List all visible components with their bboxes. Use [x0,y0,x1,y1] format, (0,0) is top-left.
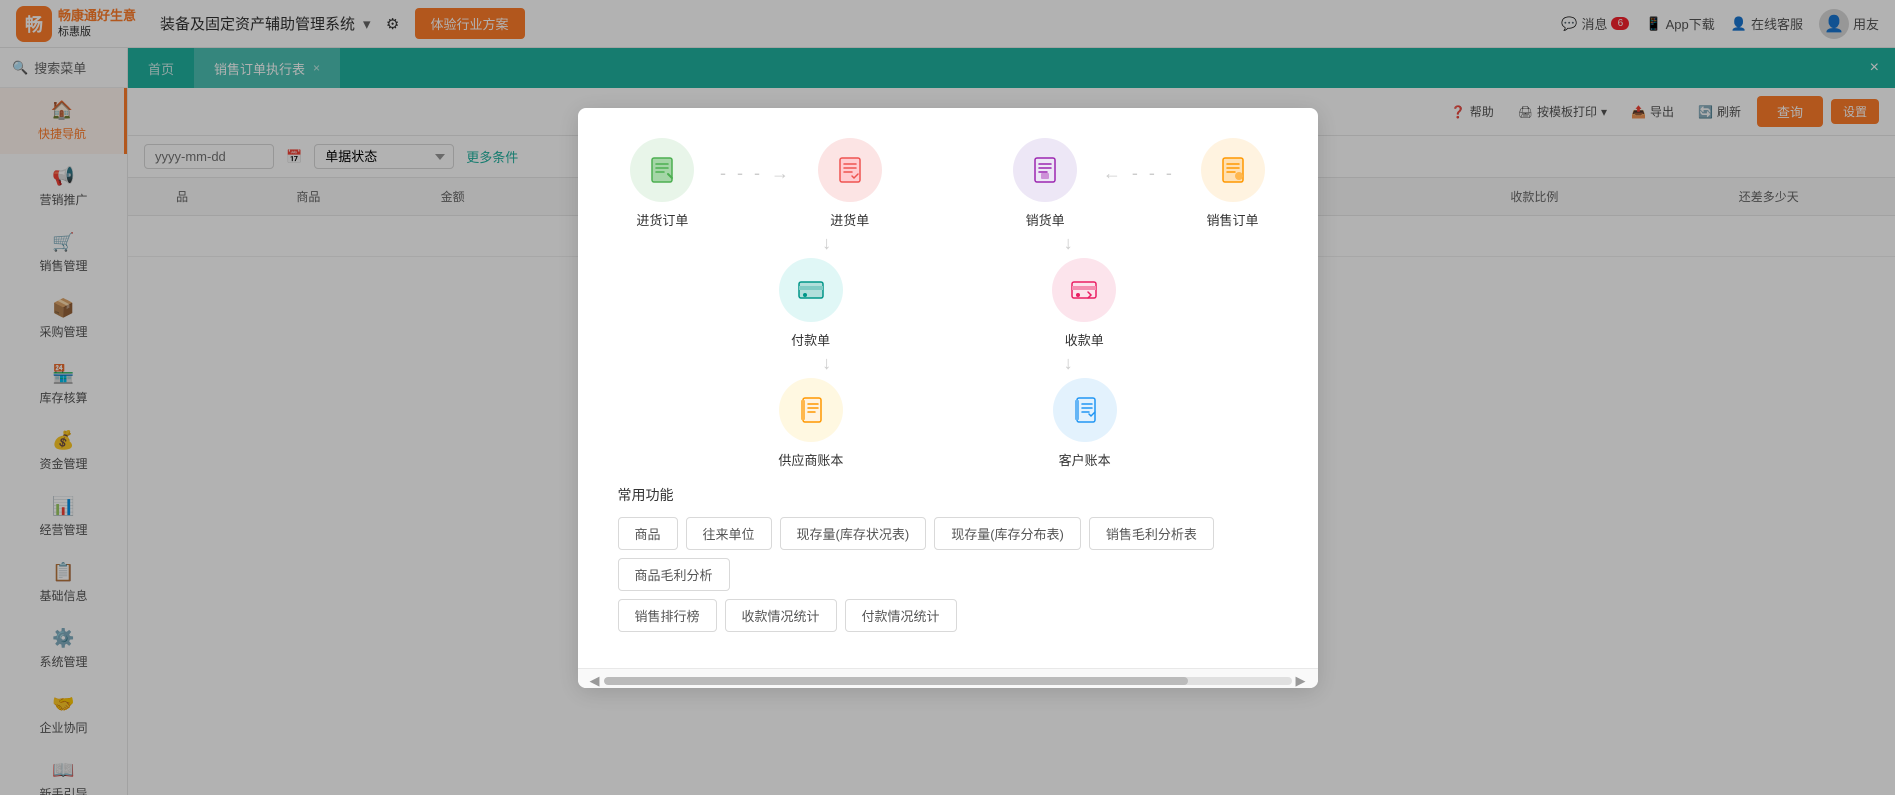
scroll-left-arrow[interactable]: ◀ [586,673,604,688]
popup-overlay[interactable]: 进货订单 - - - → [0,0,1895,795]
scroll-right-arrow[interactable]: ▶ [1292,673,1310,688]
sales-order-circle [1201,138,1265,202]
arrow-down-payment-out: ↓ [795,353,859,374]
popup-content: 进货订单 - - - → [578,108,1318,668]
flow-payment-in: 收款单 [1052,258,1116,349]
arrow-down-sales: ↓ [1036,233,1100,254]
flow-sales-order: 销售订单 [1201,138,1265,229]
purchase-order-label: 进货订单 [636,210,688,229]
arrow-sales-order-to-slip: ← - - - [1103,163,1175,184]
func-btn-product[interactable]: 商品 [618,517,678,550]
function-buttons-row2: 销售排行榜 收款情况统计 付款情况统计 [618,599,1278,632]
purchase-slip-label: 进货单 [830,210,869,229]
flow-sales-slip: 销货单 [1013,138,1077,229]
func-btn-payment-out-stats[interactable]: 付款情况统计 [845,599,957,632]
arrow-down-payment-in: ↓ [1036,353,1100,374]
scroll-bar-container[interactable] [604,677,1292,685]
sales-slip-circle [1013,138,1077,202]
common-functions: 常用功能 商品 往来单位 现存量(库存状况表) 现存量(库存分布表) 销售毛利分… [618,485,1278,648]
flow-diagram: 进货订单 - - - → [618,138,1278,469]
func-btn-payment-stats[interactable]: 收款情况统计 [725,599,837,632]
payment-out-circle [779,258,843,322]
customer-ledger-label: 客户账本 [1059,450,1111,469]
popup-dialog: 进货订单 - - - → [578,108,1318,688]
func-btn-product-margin[interactable]: 商品毛利分析 [618,558,730,591]
payment-in-label: 收款单 [1065,330,1104,349]
flow-customer-ledger: 客户账本 [1053,378,1117,469]
arrow-purchase-order-to-slip: - - - → [720,163,792,184]
func-btn-stock-status[interactable]: 现存量(库存状况表) [780,517,927,550]
flow-purchase-slip: 进货单 [818,138,882,229]
func-btn-stock-distribution[interactable]: 现存量(库存分布表) [934,517,1081,550]
payment-out-label: 付款单 [791,330,830,349]
sales-order-label: 销售订单 [1207,210,1259,229]
func-btn-counterparty[interactable]: 往来单位 [686,517,772,550]
flow-supplier-ledger: 供应商账本 [778,378,843,469]
flow-purchase-order: 进货订单 [630,138,694,229]
func-btn-sales-margin[interactable]: 销售毛利分析表 [1089,517,1214,550]
purchase-slip-circle [818,138,882,202]
purchase-order-circle [630,138,694,202]
supplier-ledger-label: 供应商账本 [778,450,843,469]
common-functions-title: 常用功能 [618,485,1278,517]
arrow-down-purchase: ↓ [795,233,859,254]
scroll-bar-thumb [604,677,1189,685]
sales-slip-label: 销货单 [1026,210,1065,229]
customer-ledger-circle [1053,378,1117,442]
flow-payment-out: 付款单 [779,258,843,349]
popup-scrollbar-row: ◀ ▶ [578,668,1318,688]
function-buttons-row1: 商品 往来单位 现存量(库存状况表) 现存量(库存分布表) 销售毛利分析表 商品… [618,517,1278,591]
func-btn-sales-ranking[interactable]: 销售排行榜 [618,599,717,632]
payment-in-circle [1052,258,1116,322]
supplier-ledger-circle [779,378,843,442]
